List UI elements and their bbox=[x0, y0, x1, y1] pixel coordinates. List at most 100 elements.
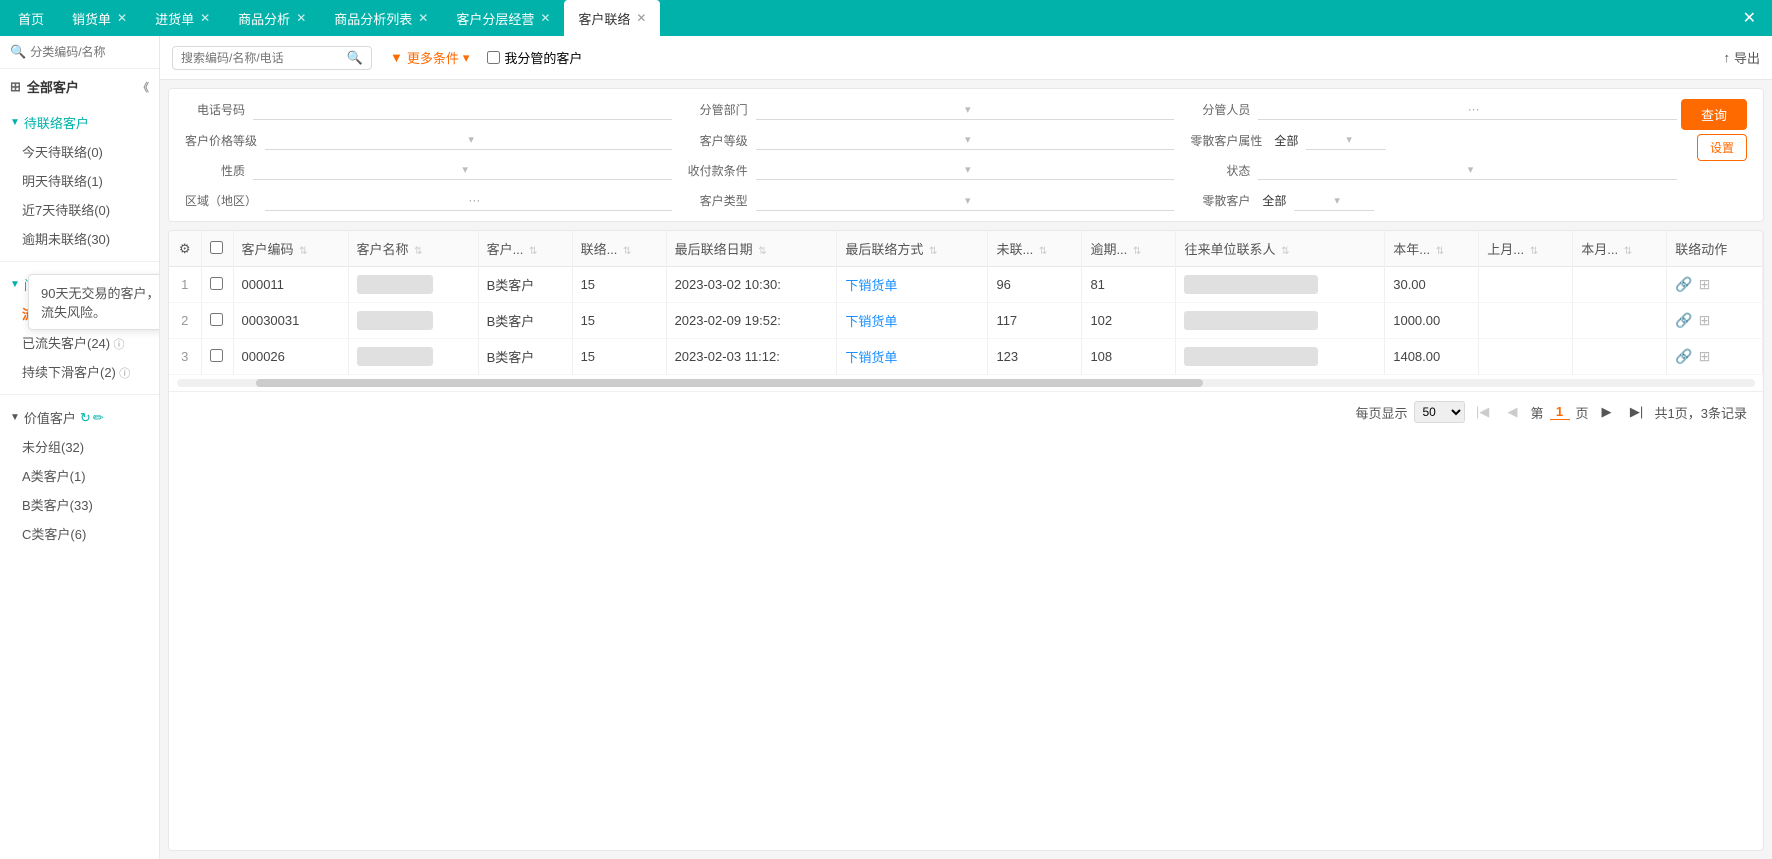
all-customers-label: 全部客户 bbox=[27, 77, 79, 96]
phone-input[interactable] bbox=[253, 99, 672, 120]
settings-btn[interactable]: 设置 bbox=[1697, 134, 1747, 161]
tab-purchase[interactable]: 进货单 ✕ bbox=[141, 0, 224, 36]
person-select[interactable]: ··· bbox=[1258, 99, 1677, 120]
col-contact[interactable]: 联络... ⇅ bbox=[572, 231, 666, 267]
horizontal-scrollbar[interactable] bbox=[177, 379, 1755, 387]
filter-person: 分管人员 ··· bbox=[1190, 99, 1677, 120]
tab-sales[interactable]: 销货单 ✕ bbox=[58, 0, 141, 36]
action-grid-icon[interactable]: ⊞ bbox=[1699, 312, 1711, 329]
region-label: 区域（地区） bbox=[185, 192, 257, 209]
sidebar-item-declining[interactable]: 持续下滑客户(2) ⓘ bbox=[0, 357, 159, 386]
status-select[interactable]: ▾ bbox=[1258, 160, 1677, 180]
col-this-year[interactable]: 本年... ⇅ bbox=[1385, 231, 1479, 267]
col-overdue[interactable]: 逾期... ⇅ bbox=[1082, 231, 1176, 267]
table-area: ⚙ 客户编码 ⇅ 客户名称 ⇅ 客户... ⇅ 联络... ⇅ 最后联络日期 ⇅… bbox=[168, 230, 1764, 851]
search-icon: 🔍 bbox=[347, 50, 363, 66]
export-btn[interactable]: ↑ 导出 bbox=[1723, 48, 1760, 67]
region-select[interactable]: ··· bbox=[265, 190, 672, 211]
next-page-btn[interactable]: ▶ bbox=[1595, 400, 1619, 424]
tab-customer-link[interactable]: 客户联络 ✕ bbox=[564, 0, 660, 36]
row-code: 000011 bbox=[233, 267, 348, 303]
action-link-icon[interactable]: 🔗 bbox=[1675, 276, 1692, 293]
row-last-method[interactable]: 下销货单 bbox=[837, 303, 988, 339]
sidebar-search-input[interactable] bbox=[30, 45, 149, 59]
row-checkbox[interactable] bbox=[201, 303, 233, 339]
sidebar-item-c-class[interactable]: C类客户(6) bbox=[0, 519, 159, 548]
action-grid-icon[interactable]: ⊞ bbox=[1699, 348, 1711, 365]
sidebar-item-tomorrow[interactable]: 明天待联络(1) bbox=[0, 166, 159, 195]
tab-sales-close[interactable]: ✕ bbox=[117, 11, 127, 25]
row-checkbox[interactable] bbox=[201, 267, 233, 303]
scrollbar-thumb[interactable] bbox=[256, 379, 1203, 387]
tab-customer-segment-close[interactable]: ✕ bbox=[540, 11, 550, 25]
sidebar-item-churned[interactable]: 已流失客户(24) ⓘ bbox=[0, 328, 159, 357]
filter-customer-level: 客户等级 ▾ bbox=[688, 130, 1175, 150]
sidebar-item-b-class[interactable]: B类客户(33) bbox=[0, 490, 159, 519]
nature-select[interactable]: ▾ bbox=[253, 160, 672, 180]
action-grid-icon[interactable]: ⊞ bbox=[1699, 276, 1711, 293]
churned-label: 已流失客户(24) bbox=[22, 336, 110, 351]
action-link-icon[interactable]: 🔗 bbox=[1675, 312, 1692, 329]
refresh-icon[interactable]: ↻ bbox=[80, 410, 91, 426]
tab-analysis-list-close[interactable]: ✕ bbox=[418, 11, 428, 25]
row-last-method[interactable]: 下销货单 bbox=[837, 339, 988, 375]
dept-label: 分管部门 bbox=[688, 101, 748, 118]
my-customers-checkbox[interactable] bbox=[487, 51, 500, 64]
my-customers-checkbox-label[interactable]: 我分管的客户 bbox=[487, 48, 582, 67]
last-page-btn[interactable]: ▶| bbox=[1625, 400, 1649, 424]
tab-home[interactable]: 首页 bbox=[4, 0, 58, 36]
col-last-date[interactable]: 最后联络日期 ⇅ bbox=[666, 231, 837, 267]
row-checkbox[interactable] bbox=[201, 339, 233, 375]
sidebar-group-value-label[interactable]: ▼ 价值客户 ↻ ✏ bbox=[0, 403, 159, 432]
col-this-month[interactable]: 本月... ⇅ bbox=[1573, 231, 1667, 267]
sidebar-item-7days[interactable]: 近7天待联络(0) bbox=[0, 195, 159, 224]
sidebar-all-customers[interactable]: ⊞ 全部客户 《 bbox=[0, 69, 159, 104]
sidebar-item-a-class[interactable]: A类客户(1) bbox=[0, 461, 159, 490]
col-last-method[interactable]: 最后联络方式 ⇅ bbox=[837, 231, 988, 267]
per-page-select[interactable]: 50 100 bbox=[1414, 401, 1465, 423]
col-type[interactable]: 客户... ⇅ bbox=[478, 231, 572, 267]
col-contact-person[interactable]: 往来单位联系人 ⇅ bbox=[1176, 231, 1385, 267]
sidebar-item-ungroup[interactable]: 未分组(32) bbox=[0, 432, 159, 461]
sidebar-group-pending-label[interactable]: ▼ 待联络客户 bbox=[0, 108, 159, 137]
row-last-method[interactable]: 下销货单 bbox=[837, 267, 988, 303]
action-link-icon[interactable]: 🔗 bbox=[1675, 348, 1692, 365]
dept-select[interactable]: ▾ bbox=[756, 100, 1175, 120]
zero-customer-select[interactable]: ▾ bbox=[1294, 191, 1374, 211]
tab-customer-link-close[interactable]: ✕ bbox=[636, 11, 646, 25]
tooltip-box: 90天无交易的客户，可能有流失风险。 bbox=[28, 274, 160, 330]
query-btn[interactable]: 查询 bbox=[1681, 99, 1747, 130]
tab-customer-segment[interactable]: 客户分层经营 ✕ bbox=[442, 0, 564, 36]
tab-analysis-list[interactable]: 商品分析列表 ✕ bbox=[320, 0, 442, 36]
first-page-btn[interactable]: |◀ bbox=[1471, 400, 1495, 424]
more-conditions-btn[interactable]: ▼ 更多条件 ▾ bbox=[380, 44, 479, 71]
edit-icon[interactable]: ✏ bbox=[93, 410, 104, 426]
tab-analysis-close[interactable]: ✕ bbox=[296, 11, 306, 25]
sidebar-item-today[interactable]: 今天待联络(0) bbox=[0, 137, 159, 166]
col-no-contact[interactable]: 未联... ⇅ bbox=[988, 231, 1082, 267]
price-level-label: 客户价格等级 bbox=[185, 132, 257, 149]
customer-level-select[interactable]: ▾ bbox=[756, 130, 1175, 150]
col-code[interactable]: 客户编码 ⇅ bbox=[233, 231, 348, 267]
status-label: 状态 bbox=[1190, 162, 1250, 179]
customer-type-select[interactable]: ▾ bbox=[756, 191, 1175, 211]
sidebar-item-overdue[interactable]: 逾期未联络(30) bbox=[0, 224, 159, 253]
col-settings[interactable]: ⚙ bbox=[169, 231, 201, 267]
row-this-year: 30.00 bbox=[1385, 267, 1479, 303]
zero-attr-select[interactable]: ▾ bbox=[1306, 130, 1386, 150]
col-name[interactable]: 客户名称 ⇅ bbox=[348, 231, 478, 267]
search-input[interactable] bbox=[181, 51, 347, 65]
window-close-button[interactable]: ✕ bbox=[1731, 8, 1768, 28]
collapse-icon: 《 bbox=[138, 79, 149, 95]
region-dots-icon[interactable]: ··· bbox=[468, 193, 671, 207]
row-overdue: 81 bbox=[1082, 267, 1176, 303]
person-dots-icon[interactable]: ··· bbox=[1468, 102, 1677, 116]
row-no-contact: 123 bbox=[988, 339, 1082, 375]
prev-page-btn[interactable]: ◀ bbox=[1501, 400, 1525, 424]
payment-select[interactable]: ▾ bbox=[756, 160, 1175, 180]
col-last-month[interactable]: 上月... ⇅ bbox=[1479, 231, 1573, 267]
price-level-select[interactable]: ▾ bbox=[265, 130, 672, 150]
select-all-checkbox[interactable] bbox=[210, 241, 223, 254]
tab-analysis[interactable]: 商品分析 ✕ bbox=[224, 0, 320, 36]
tab-purchase-close[interactable]: ✕ bbox=[200, 11, 210, 25]
